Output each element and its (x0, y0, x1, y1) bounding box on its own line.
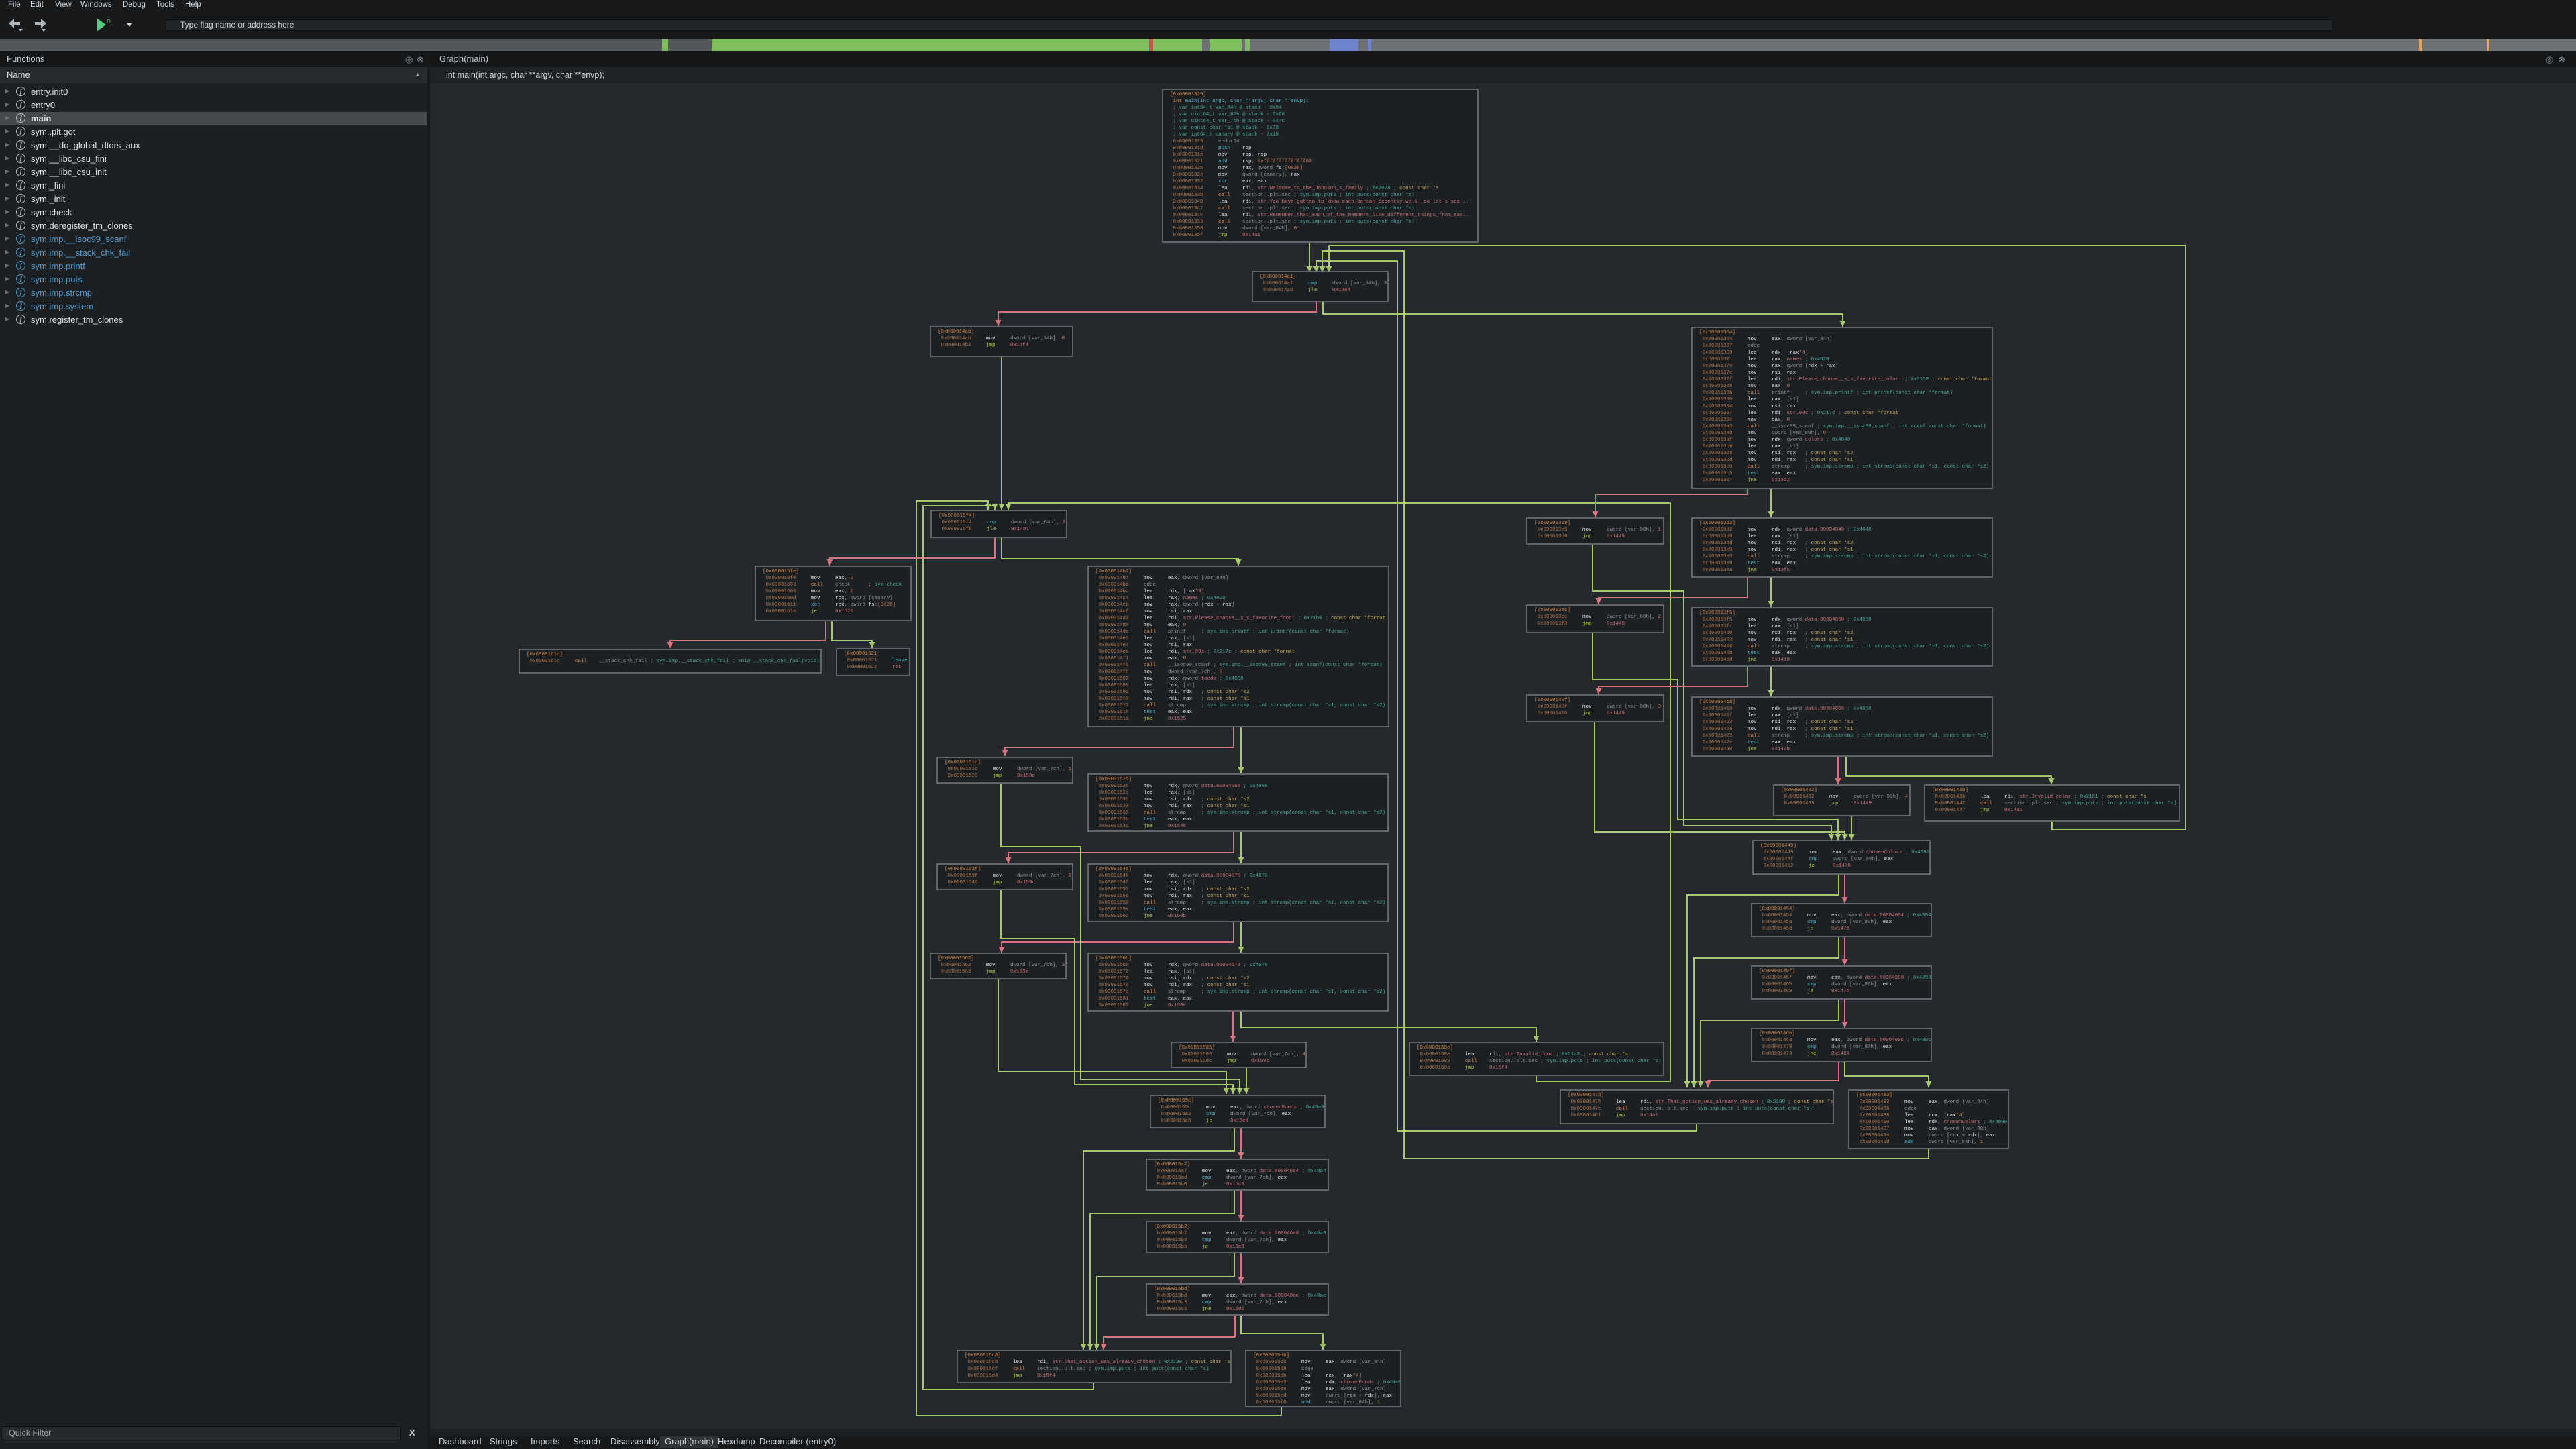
svg-text:D: D (107, 19, 111, 25)
